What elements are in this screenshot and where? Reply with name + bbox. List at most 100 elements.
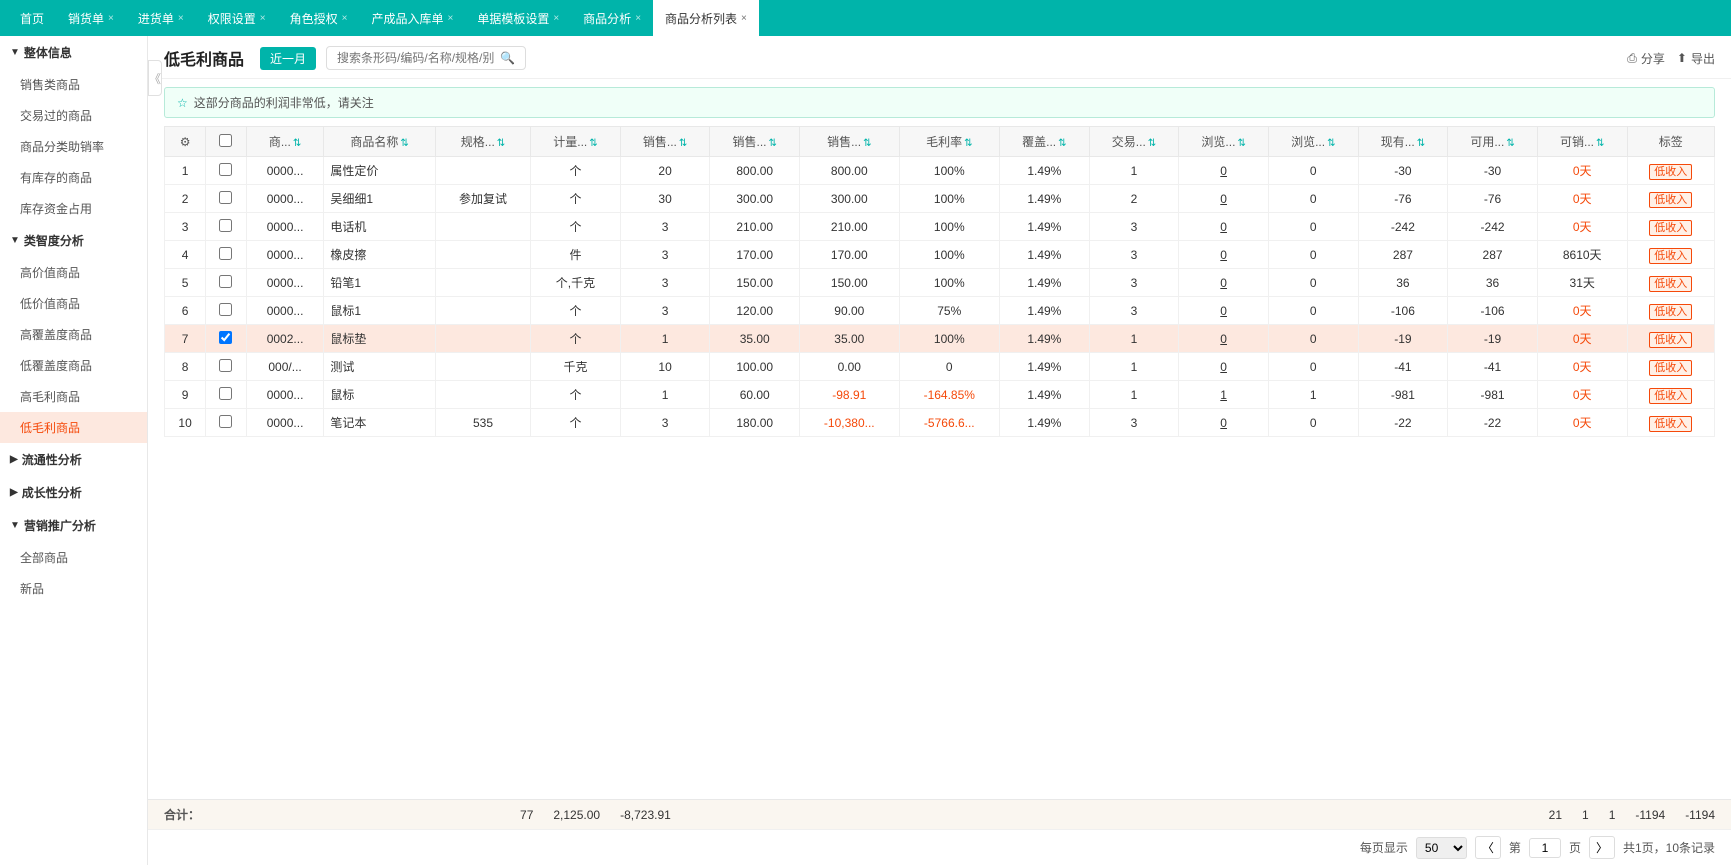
- col-code[interactable]: 商...⇅: [246, 127, 324, 157]
- sidebar-item-all-goods[interactable]: 全部商品: [0, 542, 147, 573]
- close-icon[interactable]: ×: [635, 13, 641, 24]
- row-checkbox[interactable]: [219, 359, 232, 372]
- cell-code: 0000...: [246, 157, 324, 185]
- sidebar-item-high-margin[interactable]: 高毛利商品: [0, 381, 147, 412]
- cell-unit: 个: [531, 409, 621, 437]
- row-checkbox[interactable]: [219, 219, 232, 232]
- cell-tag: 低收入: [1627, 241, 1714, 269]
- cell-checkbox[interactable]: [206, 213, 247, 241]
- col-trade-count[interactable]: 交易...⇅: [1089, 127, 1179, 157]
- sidebar-item-low-coverage[interactable]: 低覆盖度商品: [0, 350, 147, 381]
- row-checkbox[interactable]: [219, 331, 232, 344]
- cell-checkbox[interactable]: [206, 353, 247, 381]
- close-icon[interactable]: ×: [342, 13, 348, 24]
- nav-purchase-order[interactable]: 进货单 ×: [126, 0, 196, 36]
- export-button[interactable]: ⬆ 导出: [1677, 50, 1715, 67]
- search-input[interactable]: [337, 51, 494, 65]
- sidebar-item-low-value[interactable]: 低价值商品: [0, 288, 147, 319]
- next-page-button[interactable]: 〉: [1589, 836, 1615, 859]
- nav-template-settings[interactable]: 单据模板设置 ×: [465, 0, 571, 36]
- col-browse2[interactable]: 浏览...⇅: [1268, 127, 1358, 157]
- sidebar-item-stocked-goods[interactable]: 有库存的商品: [0, 162, 147, 193]
- sidebar-group-smart[interactable]: ▼ 类智度分析: [0, 224, 147, 257]
- cell-checkbox[interactable]: [206, 241, 247, 269]
- period-button[interactable]: 近一月: [260, 47, 316, 70]
- cell-browse2: 0: [1268, 325, 1358, 353]
- close-icon[interactable]: ×: [553, 13, 559, 24]
- cell-checkbox[interactable]: [206, 381, 247, 409]
- sidebar-group-marketing[interactable]: ▼ 营销推广分析: [0, 509, 147, 542]
- col-coverage[interactable]: 覆盖...⇅: [1000, 127, 1090, 157]
- cell-unit: 千克: [531, 353, 621, 381]
- sidebar-group-liquidity[interactable]: ▶ 流通性分析: [0, 443, 147, 476]
- row-checkbox[interactable]: [219, 415, 232, 428]
- col-sale-amount[interactable]: 销售...⇅: [800, 127, 899, 157]
- cell-checkbox[interactable]: [206, 409, 247, 437]
- sidebar-item-new-goods[interactable]: 新品: [0, 573, 147, 604]
- row-checkbox[interactable]: [219, 247, 232, 260]
- close-icon[interactable]: ×: [178, 13, 184, 24]
- sidebar-item-category-rate[interactable]: 商品分类助销率: [0, 131, 147, 162]
- search-icon[interactable]: 🔍: [500, 51, 515, 65]
- sidebar-item-high-coverage[interactable]: 高覆盖度商品: [0, 319, 147, 350]
- cell-browse1: 1: [1179, 381, 1269, 409]
- row-checkbox[interactable]: [219, 163, 232, 176]
- page-number-input[interactable]: [1529, 838, 1561, 858]
- share-button[interactable]: ⎙ 分享: [1627, 50, 1665, 67]
- col-unit[interactable]: 计量...⇅: [531, 127, 621, 157]
- sidebar-group-overall[interactable]: ▼ 整体信息: [0, 36, 147, 69]
- cell-unit: 个: [531, 157, 621, 185]
- col-sellable[interactable]: 可销...⇅: [1537, 127, 1627, 157]
- row-checkbox[interactable]: [219, 275, 232, 288]
- close-icon[interactable]: ×: [108, 13, 114, 24]
- col-spec[interactable]: 规格...⇅: [435, 127, 530, 157]
- nav-product-analysis[interactable]: 商品分析 ×: [571, 0, 653, 36]
- close-icon[interactable]: ×: [260, 13, 266, 24]
- sidebar-group-growth[interactable]: ▶ 成长性分析: [0, 476, 147, 509]
- row-checkbox[interactable]: [219, 303, 232, 316]
- col-checkbox[interactable]: [206, 127, 247, 157]
- sidebar-item-sales-goods[interactable]: 销售类商品: [0, 69, 147, 100]
- nav-sales-order[interactable]: 销货单 ×: [56, 0, 126, 36]
- nav-role-auth[interactable]: 角色授权 ×: [278, 0, 360, 36]
- top-nav: 首页 销货单 × 进货单 × 权限设置 × 角色授权 × 产成品入库单 × 单据…: [0, 0, 1731, 36]
- nav-product-analysis-list[interactable]: 商品分析列表 ×: [653, 0, 759, 36]
- nav-product-inbound[interactable]: 产成品入库单 ×: [359, 0, 465, 36]
- cell-checkbox[interactable]: [206, 157, 247, 185]
- row-checkbox[interactable]: [219, 387, 232, 400]
- cell-checkbox[interactable]: [206, 325, 247, 353]
- close-icon[interactable]: ×: [447, 13, 453, 24]
- footer-available: -1194: [1685, 808, 1715, 822]
- cell-checkbox[interactable]: [206, 269, 247, 297]
- col-gross-margin[interactable]: 毛利率⇅: [899, 127, 1000, 157]
- cell-checkbox[interactable]: [206, 185, 247, 213]
- sidebar-item-high-value[interactable]: 高价值商品: [0, 257, 147, 288]
- cell-checkbox[interactable]: [206, 297, 247, 325]
- close-icon[interactable]: ×: [741, 13, 747, 24]
- col-current-stock[interactable]: 现有...⇅: [1358, 127, 1448, 157]
- page-size-select[interactable]: 50 100 200: [1416, 837, 1467, 859]
- col-available[interactable]: 可用...⇅: [1448, 127, 1538, 157]
- col-sale-price[interactable]: 销售...⇅: [710, 127, 800, 157]
- cell-sellable: 0天: [1537, 213, 1627, 241]
- col-sale-qty[interactable]: 销售...⇅: [620, 127, 710, 157]
- page-label: 第: [1509, 839, 1521, 856]
- sidebar-item-traded-goods[interactable]: 交易过的商品: [0, 100, 147, 131]
- col-settings[interactable]: ⚙: [165, 127, 206, 157]
- cell-trade-count: 1: [1089, 381, 1179, 409]
- nav-permissions[interactable]: 权限设置 ×: [196, 0, 278, 36]
- col-tag[interactable]: 标签: [1627, 127, 1714, 157]
- cell-gross-margin: 100%: [899, 185, 1000, 213]
- nav-home[interactable]: 首页: [8, 0, 56, 36]
- cell-coverage: 1.49%: [1000, 241, 1090, 269]
- footer-sale-qty: 77: [520, 808, 533, 822]
- sidebar-item-stock-capital[interactable]: 库存资金占用: [0, 193, 147, 224]
- prev-page-button[interactable]: 〈: [1475, 836, 1501, 859]
- sidebar-item-low-margin[interactable]: 低毛利商品: [0, 412, 147, 443]
- select-all-checkbox[interactable]: [219, 134, 232, 147]
- row-checkbox[interactable]: [219, 191, 232, 204]
- cell-gross-margin: 100%: [899, 241, 1000, 269]
- sidebar-collapse-button[interactable]: 《: [148, 60, 162, 96]
- col-name[interactable]: 商品名称⇅: [324, 127, 436, 157]
- col-browse1[interactable]: 浏览...⇅: [1179, 127, 1269, 157]
